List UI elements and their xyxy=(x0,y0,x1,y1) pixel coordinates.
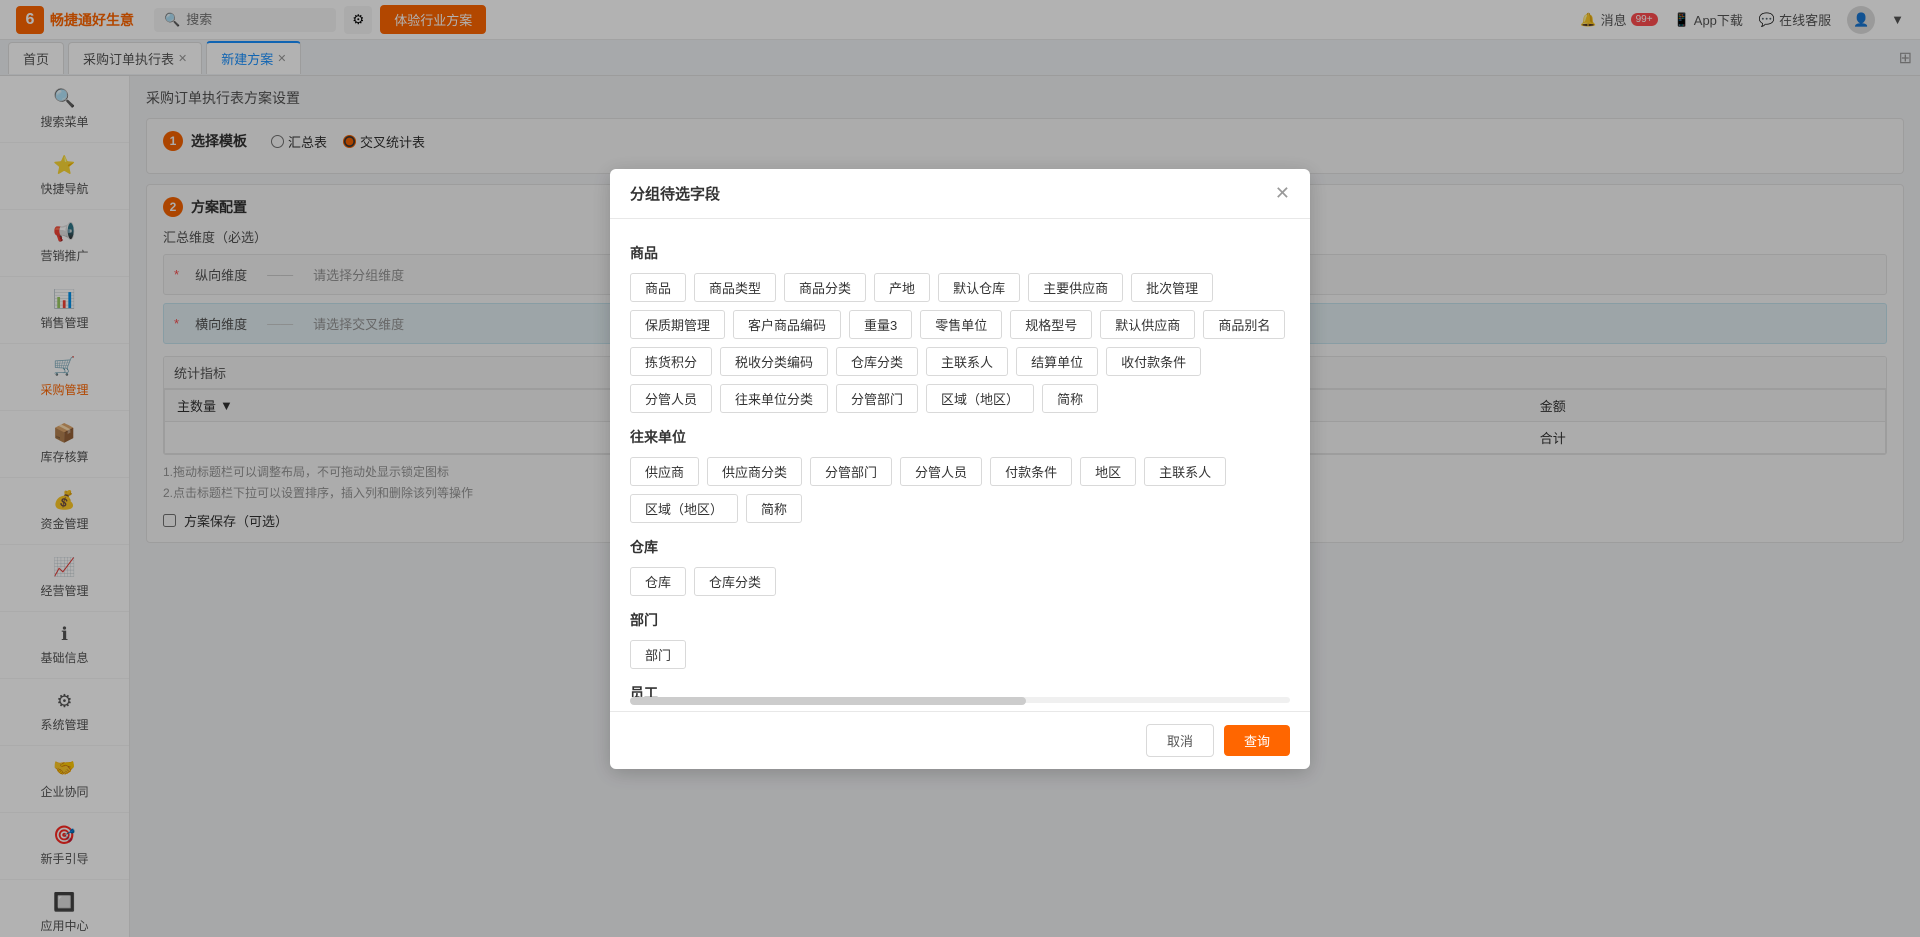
field-tag-supplier[interactable]: 供应商 xyxy=(630,457,699,486)
section-label-goods: 商品 xyxy=(630,243,1290,263)
field-tag-short-name-goods[interactable]: 简称 xyxy=(1042,384,1098,413)
field-tag-short-name-partner[interactable]: 简称 xyxy=(746,494,802,523)
goods-field-grid: 商品 商品类型 商品分类 产地 默认仓库 主要供应商 批次管理 保质期管理 客户… xyxy=(630,273,1290,413)
field-tag-manager-partner[interactable]: 分管人员 xyxy=(900,457,982,486)
field-tag-area[interactable]: 地区 xyxy=(1080,457,1136,486)
dept-field-grid: 部门 xyxy=(630,640,1290,669)
section-label-staff: 员工 xyxy=(630,683,1290,697)
field-tag-main-supplier[interactable]: 主要供应商 xyxy=(1028,273,1123,302)
field-tag-customer-code[interactable]: 客户商品编码 xyxy=(733,310,841,339)
field-tag-settlement-unit[interactable]: 结算单位 xyxy=(1016,347,1098,376)
field-tag-dept[interactable]: 部门 xyxy=(630,640,686,669)
field-tag-default-supplier[interactable]: 默认供应商 xyxy=(1100,310,1195,339)
field-tag-warehouse-category[interactable]: 仓库分类 xyxy=(836,347,918,376)
warehouse-field-grid: 仓库 仓库分类 xyxy=(630,567,1290,596)
field-tag-default-warehouse[interactable]: 默认仓库 xyxy=(938,273,1020,302)
field-tag-warehouse[interactable]: 仓库 xyxy=(630,567,686,596)
modal-close-button[interactable]: ✕ xyxy=(1275,183,1290,204)
field-tag-batch-mgmt[interactable]: 批次管理 xyxy=(1131,273,1213,302)
field-tag-goods[interactable]: 商品 xyxy=(630,273,686,302)
field-tag-manager[interactable]: 分管人员 xyxy=(630,384,712,413)
field-tag-weight3[interactable]: 重量3 xyxy=(849,310,912,339)
field-tag-main-contact-partner[interactable]: 主联系人 xyxy=(1144,457,1226,486)
modal-hscroll-thumb xyxy=(630,697,1026,705)
field-tag-dept-goods[interactable]: 分管部门 xyxy=(836,384,918,413)
section-label-dept: 部门 xyxy=(630,610,1290,630)
modal-cancel-button[interactable]: 取消 xyxy=(1146,724,1214,757)
field-tag-shelf-life[interactable]: 保质期管理 xyxy=(630,310,725,339)
field-tag-main-contact[interactable]: 主联系人 xyxy=(926,347,1008,376)
field-tag-region-partner[interactable]: 区域（地区） xyxy=(630,494,738,523)
field-tag-tax-code[interactable]: 税收分类编码 xyxy=(720,347,828,376)
modal-header: 分组待选字段 ✕ xyxy=(610,169,1310,219)
modal-footer: 取消 查询 xyxy=(610,711,1310,769)
field-tag-dept-partner[interactable]: 分管部门 xyxy=(810,457,892,486)
field-tag-payment-cond[interactable]: 付款条件 xyxy=(990,457,1072,486)
modal-body: 商品 商品 商品类型 商品分类 产地 默认仓库 主要供应商 批次管理 保质期管理… xyxy=(610,219,1310,697)
field-tag-pick-points[interactable]: 拣货积分 xyxy=(630,347,712,376)
field-tag-payment-terms[interactable]: 收付款条件 xyxy=(1106,347,1201,376)
field-tag-region-goods[interactable]: 区域（地区） xyxy=(926,384,1034,413)
field-tag-partner-category[interactable]: 往来单位分类 xyxy=(720,384,828,413)
field-tag-goods-type[interactable]: 商品类型 xyxy=(694,273,776,302)
section-label-partner: 往来单位 xyxy=(630,427,1290,447)
modal-confirm-button[interactable]: 查询 xyxy=(1224,725,1290,756)
field-tag-goods-alias[interactable]: 商品别名 xyxy=(1203,310,1285,339)
field-tag-retail-unit[interactable]: 零售单位 xyxy=(920,310,1002,339)
section-label-warehouse: 仓库 xyxy=(630,537,1290,557)
field-tag-goods-category[interactable]: 商品分类 xyxy=(784,273,866,302)
field-tag-supplier-category[interactable]: 供应商分类 xyxy=(707,457,802,486)
modal-title: 分组待选字段 xyxy=(630,183,720,204)
partner-field-grid: 供应商 供应商分类 分管部门 分管人员 付款条件 地区 主联系人 区域（地区） … xyxy=(630,457,1290,523)
field-select-modal: 分组待选字段 ✕ 商品 商品 商品类型 商品分类 产地 默认仓库 主要供应商 批… xyxy=(610,169,1310,769)
field-tag-spec-model[interactable]: 规格型号 xyxy=(1010,310,1092,339)
field-tag-origin[interactable]: 产地 xyxy=(874,273,930,302)
modal-hscroll[interactable] xyxy=(630,697,1290,703)
field-tag-warehouse-cat[interactable]: 仓库分类 xyxy=(694,567,776,596)
modal-overlay: 分组待选字段 ✕ 商品 商品 商品类型 商品分类 产地 默认仓库 主要供应商 批… xyxy=(0,0,1920,937)
